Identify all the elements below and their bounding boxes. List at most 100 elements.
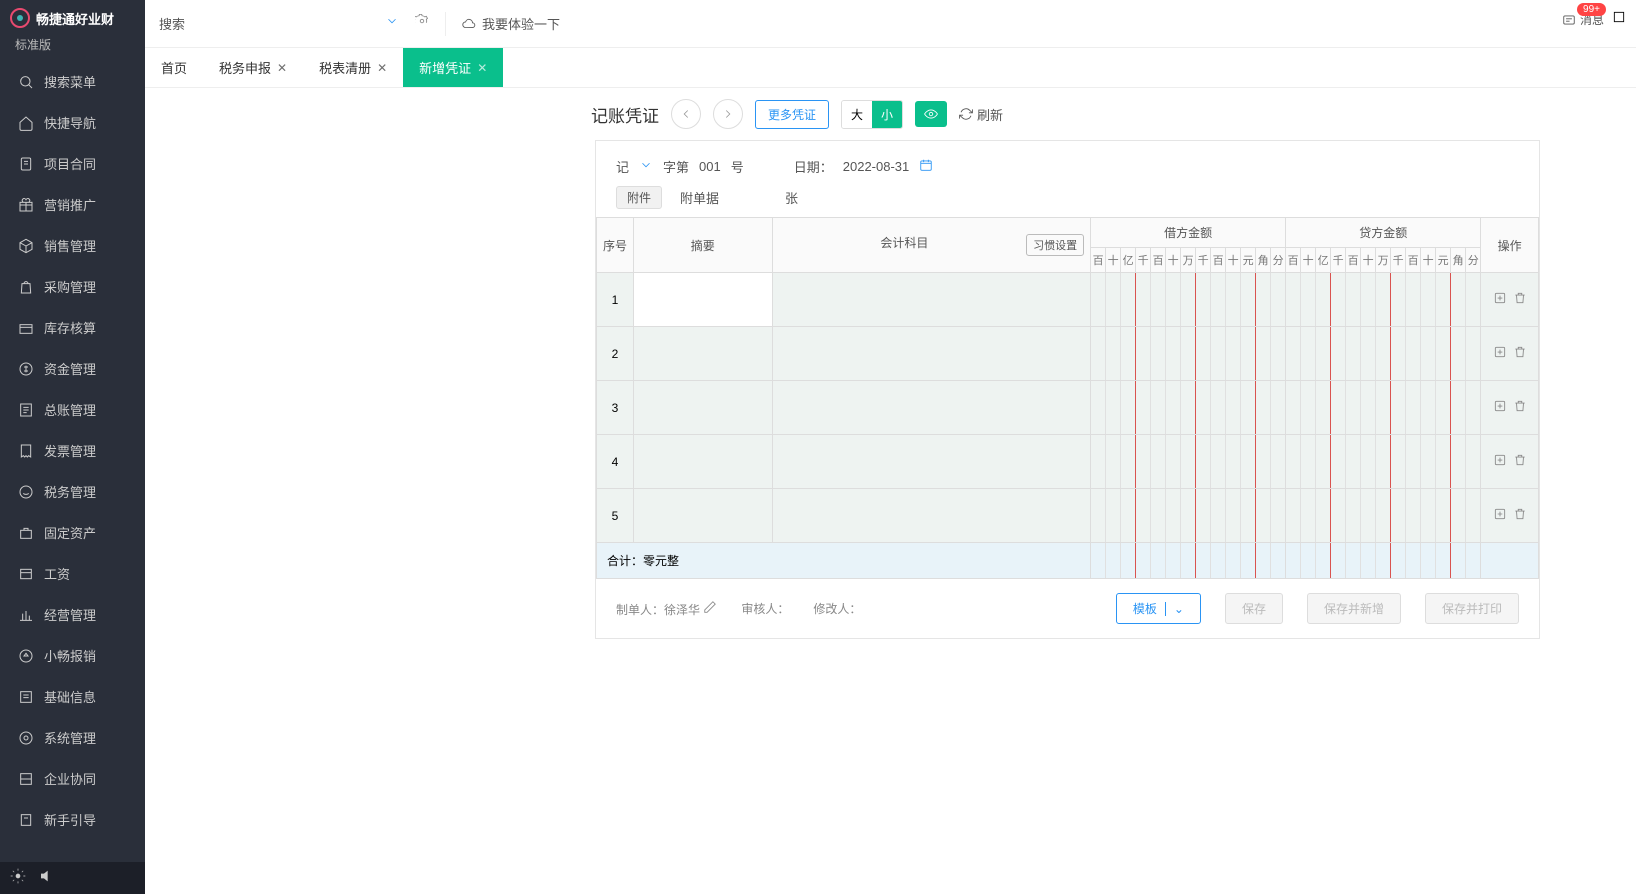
sidebar-item-5[interactable]: 采购管理 <box>0 266 145 307</box>
tab-1[interactable]: 税务申报✕ <box>203 48 303 87</box>
sidebar-item-15[interactable]: 基础信息 <box>0 676 145 717</box>
edit-icon[interactable] <box>703 600 717 614</box>
add-row-icon[interactable] <box>1493 507 1507 524</box>
try-experience-button[interactable]: 我要体验一下 <box>462 14 560 33</box>
sidebar-item-3[interactable]: 营销推广 <box>0 184 145 225</box>
sidebar-item-13[interactable]: 经营管理 <box>0 594 145 635</box>
expand-icon[interactable] <box>1612 10 1626 29</box>
add-row-icon[interactable] <box>1493 345 1507 362</box>
sidebar-item-0[interactable]: 搜索菜单 <box>0 61 145 102</box>
sidebar-item-10[interactable]: 税务管理 <box>0 471 145 512</box>
delete-row-icon[interactable] <box>1513 453 1527 470</box>
close-icon[interactable]: ✕ <box>277 61 287 75</box>
messages-button[interactable]: 消息 99+ <box>1562 11 1604 28</box>
table-row: 4 <box>597 435 1539 489</box>
coin-icon <box>18 361 34 377</box>
add-row-icon[interactable] <box>1493 399 1507 416</box>
asset-icon <box>18 525 34 541</box>
voucher-type[interactable]: 记 <box>616 157 629 176</box>
sidebar-item-14[interactable]: 小畅报销 <box>0 635 145 676</box>
credit-cell[interactable] <box>1286 327 1481 381</box>
top-right-tools: 消息 99+ <box>1562 10 1626 29</box>
summary-cell[interactable] <box>633 327 772 381</box>
size-big-button[interactable]: 大 <box>842 101 872 128</box>
size-small-button[interactable]: 小 <box>872 101 902 128</box>
account-cell[interactable] <box>772 327 1090 381</box>
add-row-icon[interactable] <box>1493 291 1507 308</box>
sidebar-item-17[interactable]: 企业协同 <box>0 758 145 799</box>
sidebar-item-1[interactable]: 快捷导航 <box>0 102 145 143</box>
refresh-button[interactable]: 刷新 <box>959 105 1003 124</box>
debit-cell[interactable] <box>1091 381 1286 435</box>
credit-cell[interactable] <box>1286 435 1481 489</box>
gear-icon[interactable] <box>10 868 26 889</box>
summary-cell[interactable] <box>633 381 772 435</box>
close-icon[interactable]: ✕ <box>477 61 487 75</box>
table-row: 1 <box>597 273 1539 327</box>
sidebar-item-18[interactable]: 新手引导 <box>0 799 145 840</box>
delete-row-icon[interactable] <box>1513 507 1527 524</box>
sidebar-item-7[interactable]: 资金管理 <box>0 348 145 389</box>
add-row-icon[interactable] <box>1493 453 1507 470</box>
delete-row-icon[interactable] <box>1513 291 1527 308</box>
brand-name: 畅捷通好业财 <box>36 9 114 28</box>
calendar-icon[interactable] <box>919 158 933 175</box>
sidebar-item-16[interactable]: 系统管理 <box>0 717 145 758</box>
close-icon[interactable]: ✕ <box>377 61 387 75</box>
tax-icon <box>18 484 34 500</box>
prev-button[interactable] <box>671 99 701 129</box>
debit-cell[interactable] <box>1091 327 1286 381</box>
account-cell[interactable] <box>772 381 1090 435</box>
template-button[interactable]: 模板⌄ <box>1116 593 1201 624</box>
debit-cell[interactable] <box>1091 435 1286 489</box>
page-title: 记账凭证 <box>591 102 659 127</box>
account-cell[interactable] <box>772 489 1090 543</box>
credit-cell[interactable] <box>1286 381 1481 435</box>
col-credit: 贷方金额 <box>1286 218 1481 248</box>
brand-logo: 畅捷通好业财 <box>0 0 145 36</box>
save-button[interactable]: 保存 <box>1225 593 1283 624</box>
delete-row-icon[interactable] <box>1513 399 1527 416</box>
sidebar-item-12[interactable]: 工资 <box>0 553 145 594</box>
file-icon <box>18 156 34 172</box>
delete-row-icon[interactable] <box>1513 345 1527 362</box>
voucher-toolbar: 记账凭证 更多凭证 大 小 刷新 <box>575 88 1636 140</box>
save-print-button[interactable]: 保存并打印 <box>1425 593 1519 624</box>
tab-3[interactable]: 新增凭证✕ <box>403 48 503 87</box>
preview-button[interactable] <box>915 101 947 127</box>
info-icon <box>18 689 34 705</box>
sidebar-item-9[interactable]: 发票管理 <box>0 430 145 471</box>
col-debit: 借方金额 <box>1091 218 1286 248</box>
attachment-button[interactable]: 附件 <box>616 186 662 209</box>
voucher-date[interactable]: 2022-08-31 <box>843 159 910 174</box>
credit-cell[interactable] <box>1286 273 1481 327</box>
summary-input[interactable] <box>634 273 772 326</box>
sidebar-item-4[interactable]: 销售管理 <box>0 225 145 266</box>
account-cell[interactable] <box>772 273 1090 327</box>
sidebar-item-2[interactable]: 项目合同 <box>0 143 145 184</box>
save-new-button[interactable]: 保存并新增 <box>1307 593 1401 624</box>
debit-cell[interactable] <box>1091 489 1286 543</box>
account-cell[interactable] <box>772 435 1090 489</box>
tab-0[interactable]: 首页 <box>145 48 203 87</box>
credit-cell[interactable] <box>1286 489 1481 543</box>
receipt-icon <box>18 443 34 459</box>
voucher-number[interactable]: 001 <box>699 159 721 174</box>
gift-icon <box>18 197 34 213</box>
sidebar-item-6[interactable]: 库存核算 <box>0 307 145 348</box>
summary-cell[interactable] <box>633 489 772 543</box>
tab-2[interactable]: 税表清册✕ <box>303 48 403 87</box>
summary-cell[interactable] <box>633 435 772 489</box>
next-button[interactable] <box>713 99 743 129</box>
sidebar-item-11[interactable]: 固定资产 <box>0 512 145 553</box>
ledger-icon <box>18 402 34 418</box>
debit-cell[interactable] <box>1091 273 1286 327</box>
sidebar-item-8[interactable]: 总账管理 <box>0 389 145 430</box>
bag-icon <box>18 279 34 295</box>
search-dropdown[interactable]: 搜索 <box>159 14 399 33</box>
search-icon <box>18 74 34 90</box>
settings-icon[interactable] <box>415 14 429 33</box>
more-vouchers-button[interactable]: 更多凭证 <box>755 100 829 129</box>
volume-off-icon[interactable] <box>40 868 56 889</box>
habit-settings-button[interactable]: 习惯设置 <box>1026 234 1084 256</box>
